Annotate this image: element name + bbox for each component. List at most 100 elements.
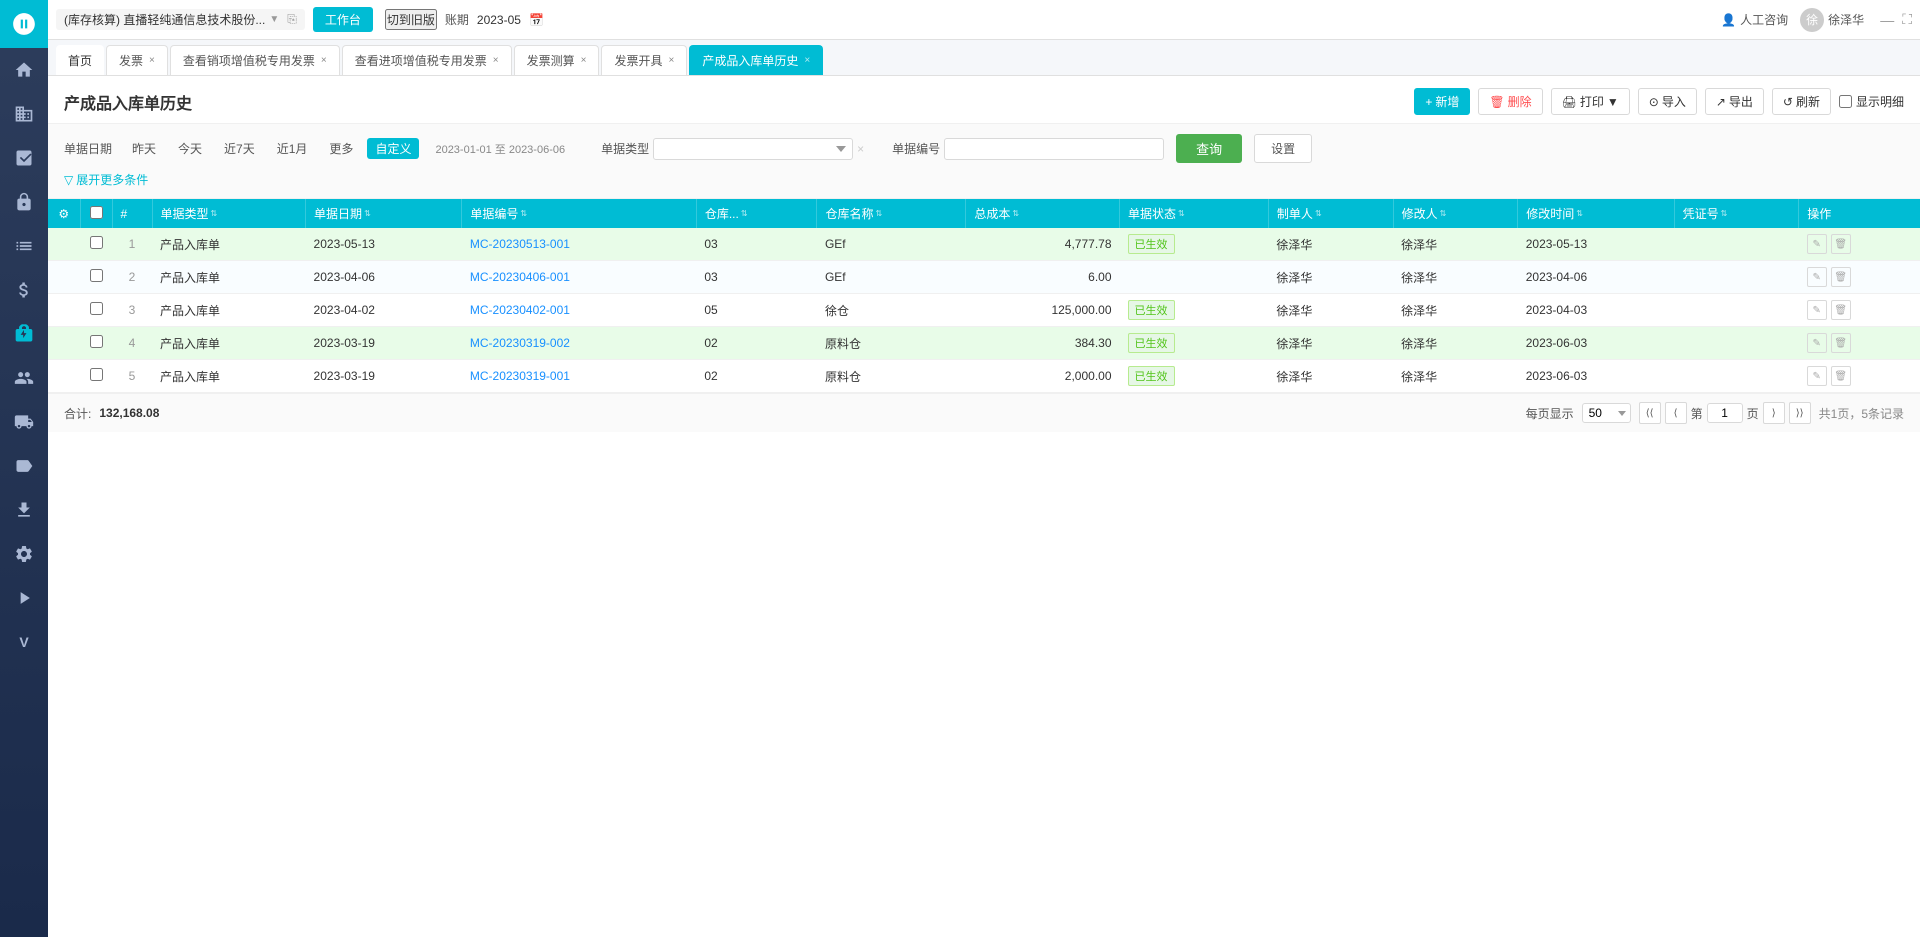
tab-sales-vat[interactable]: 查看销项增值税专用发票 × <box>170 45 340 75</box>
new-button[interactable]: + 新增 <box>1414 88 1470 115</box>
date-custom[interactable]: 自定义 <box>367 138 419 159</box>
support-btn[interactable]: 👤 人工咨询 <box>1721 11 1788 28</box>
sidebar-item-money[interactable] <box>0 268 48 312</box>
expand-filter-button[interactable]: ▽ 展开更多条件 <box>64 171 148 188</box>
select-all-checkbox[interactable] <box>90 206 103 219</box>
th-doc-status[interactable]: 单据状态⇅ <box>1120 199 1269 228</box>
page-num-input[interactable] <box>1707 403 1743 423</box>
tab-history[interactable]: 产成品入库单历史 × <box>689 45 823 75</box>
print-button[interactable]: 🖨 打印 ▼ <box>1551 88 1630 115</box>
sidebar-item-v[interactable]: V <box>0 620 48 664</box>
tab-invoice[interactable]: 发票 × <box>106 45 168 75</box>
date-yesterday[interactable]: 昨天 <box>124 138 164 159</box>
doc-type-select[interactable]: 产品入库单 <box>653 138 853 160</box>
delete-action-btn[interactable]: 🗑 <box>1831 333 1851 353</box>
doc-type-clear-icon[interactable]: × <box>857 142 864 156</box>
date-1month[interactable]: 近1月 <box>269 138 316 159</box>
th-doc-type[interactable]: 单据类型⇅ <box>152 199 306 228</box>
workbench-button[interactable]: 工作台 <box>313 7 373 32</box>
th-warehouse-name[interactable]: 仓库名称⇅ <box>817 199 966 228</box>
row-checkbox[interactable] <box>90 302 103 315</box>
date-7days[interactable]: 近7天 <box>216 138 263 159</box>
page-last-btn[interactable]: ⟩⟩ <box>1789 402 1811 424</box>
search-button[interactable]: 查询 <box>1176 134 1242 163</box>
th-modify-time[interactable]: 修改时间⇅ <box>1518 199 1674 228</box>
delete-action-btn[interactable]: 🗑 <box>1831 267 1851 287</box>
row-checkbox[interactable] <box>90 269 103 282</box>
th-voucher[interactable]: 凭证号⇅ <box>1674 199 1799 228</box>
edit-action-btn[interactable]: ✎ <box>1807 234 1827 254</box>
refresh-button[interactable]: ↺ 刷新 <box>1772 88 1831 115</box>
page-prev-btn[interactable]: ⟨ <box>1665 402 1687 424</box>
tab-calc[interactable]: 发票测算 × <box>514 45 600 75</box>
tab-open-close[interactable]: × <box>668 55 674 66</box>
tab-home[interactable]: 首页 <box>56 45 104 75</box>
tab-invoice-close[interactable]: × <box>149 55 155 66</box>
maximize-btn[interactable]: ⛶ <box>1902 11 1912 28</box>
doc-num-link[interactable]: MC-20230319-002 <box>470 336 570 350</box>
tab-calc-close[interactable]: × <box>581 55 587 66</box>
filter-setting-button[interactable]: 设置 <box>1254 134 1312 163</box>
sidebar-item-inventory[interactable] <box>0 312 48 356</box>
cell-checkbox[interactable] <box>80 360 112 393</box>
th-modifier[interactable]: 修改人⇅ <box>1393 199 1518 228</box>
sidebar-item-lock[interactable] <box>0 180 48 224</box>
th-doc-date[interactable]: 单据日期⇅ <box>306 199 462 228</box>
sidebar-item-org[interactable] <box>0 92 48 136</box>
row-checkbox[interactable] <box>90 236 103 249</box>
tab-purchase-vat-close[interactable]: × <box>493 55 499 66</box>
sidebar-item-truck[interactable] <box>0 400 48 444</box>
sidebar-item-download[interactable] <box>0 488 48 532</box>
tab-open[interactable]: 发票开具 × <box>601 45 687 75</box>
row-checkbox[interactable] <box>90 368 103 381</box>
sidebar-item-users[interactable] <box>0 356 48 400</box>
doc-num-link[interactable]: MC-20230319-001 <box>470 369 570 383</box>
date-today[interactable]: 今天 <box>170 138 210 159</box>
edit-action-btn[interactable]: ✎ <box>1807 300 1827 320</box>
sidebar-item-tag[interactable] <box>0 444 48 488</box>
switch-old-btn[interactable]: 切到旧版 <box>385 9 437 30</box>
export-button[interactable]: ↗ 导出 <box>1705 88 1764 115</box>
row-checkbox[interactable] <box>90 335 103 348</box>
show-detail-checkbox[interactable] <box>1839 95 1852 108</box>
cell-checkbox[interactable] <box>80 228 112 261</box>
page-first-btn[interactable]: ⟨⟨ <box>1639 402 1661 424</box>
page-size-select[interactable]: 50 20 100 200 <box>1582 403 1631 423</box>
cell-checkbox[interactable] <box>80 294 112 327</box>
user-info[interactable]: 徐 徐泽华 <box>1800 8 1864 32</box>
show-detail-checkbox-label[interactable]: 显示明细 <box>1839 93 1904 110</box>
copy-icon[interactable]: ⎘ <box>287 12 297 27</box>
th-checkbox[interactable] <box>80 199 112 228</box>
doc-num-link[interactable]: MC-20230406-001 <box>470 270 570 284</box>
page-next-btn[interactable]: ⟩ <box>1763 402 1785 424</box>
th-doc-num[interactable]: 单据编号⇅ <box>462 199 696 228</box>
company-name[interactable]: (库存核算) 直播轻纯通信息技术股份... ▼ ⎘ <box>56 9 305 30</box>
calendar-icon[interactable]: 📅 <box>529 13 544 27</box>
edit-action-btn[interactable]: ✎ <box>1807 366 1827 386</box>
date-more[interactable]: 更多 <box>321 138 361 159</box>
delete-action-btn[interactable]: 🗑 <box>1831 234 1851 254</box>
doc-num-input[interactable] <box>944 138 1164 160</box>
tab-sales-vat-close[interactable]: × <box>321 55 327 66</box>
delete-action-btn[interactable]: 🗑 <box>1831 366 1851 386</box>
edit-action-btn[interactable]: ✎ <box>1807 267 1827 287</box>
sidebar-item-home[interactable] <box>0 48 48 92</box>
minimize-btn[interactable]: — <box>1880 12 1894 28</box>
th-settings[interactable]: ⚙ <box>48 199 80 228</box>
sidebar-item-list[interactable] <box>0 224 48 268</box>
tab-purchase-vat[interactable]: 查看进项增值税专用发票 × <box>342 45 512 75</box>
sidebar-item-analytics[interactable] <box>0 136 48 180</box>
tab-history-close[interactable]: × <box>804 55 810 66</box>
th-total-cost[interactable]: 总成本⇅ <box>966 199 1120 228</box>
cell-checkbox[interactable] <box>80 261 112 294</box>
doc-num-link[interactable]: MC-20230402-001 <box>470 303 570 317</box>
delete-action-btn[interactable]: 🗑 <box>1831 300 1851 320</box>
th-warehouse-code[interactable]: 仓库...⇅ <box>696 199 817 228</box>
th-creator[interactable]: 制单人⇅ <box>1268 199 1393 228</box>
doc-num-link[interactable]: MC-20230513-001 <box>470 237 570 251</box>
import-button[interactable]: ⊙ 导入 <box>1638 88 1697 115</box>
sidebar-item-play[interactable] <box>0 576 48 620</box>
sidebar-item-settings[interactable] <box>0 532 48 576</box>
cell-checkbox[interactable] <box>80 327 112 360</box>
delete-button[interactable]: 🗑 删除 <box>1478 88 1542 115</box>
